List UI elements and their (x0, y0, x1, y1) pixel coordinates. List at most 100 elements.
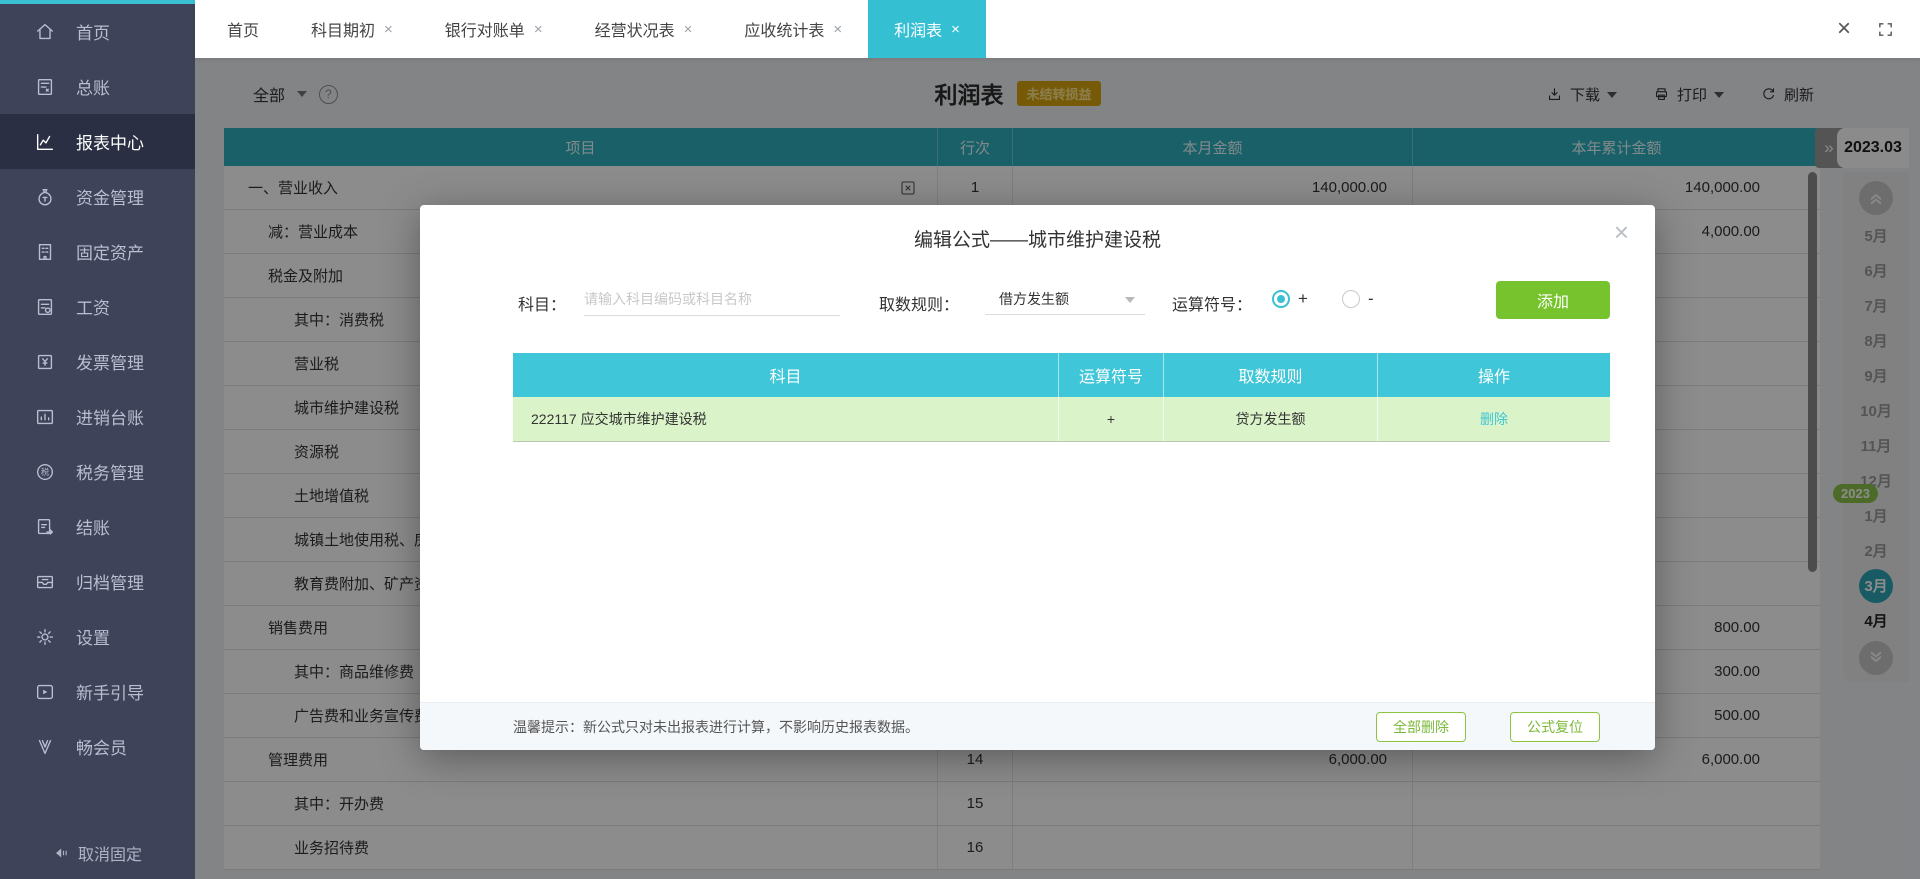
member-v-icon (38, 739, 52, 754)
tab-close-icon[interactable]: × (384, 21, 393, 38)
tab-home[interactable]: 首页 (201, 0, 285, 58)
sidebar-item-label: 报表中心 (76, 134, 144, 153)
salary-sheet-icon (37, 298, 53, 315)
tab-label: 科目期初 (311, 23, 376, 40)
sidebar-item-label: 进销台账 (76, 409, 144, 428)
sidebar-item-fixed-assets[interactable]: 固定资产 (0, 224, 195, 279)
invoice-icon (37, 354, 53, 369)
app-window: 首页 总账 报表中心 资金管理 固定资产 工资 发票管理 进销台账 税 税务管理… (0, 0, 1920, 879)
column-header-rule: 取数规则 (1163, 353, 1377, 397)
sidebar-item-label: 结账 (76, 519, 110, 538)
sidebar-item-label: 首页 (76, 24, 110, 43)
cell-operator: + (1058, 397, 1163, 441)
sidebar-item-inventory-ledger[interactable]: 进销台账 (0, 389, 195, 444)
sidebar-item-salary[interactable]: 工资 (0, 279, 195, 334)
sidebar-item-funds[interactable]: 资金管理 (0, 169, 195, 224)
tab-close-icon[interactable]: × (684, 21, 693, 38)
svg-text:税: 税 (41, 467, 49, 477)
operator-minus-label: - (1367, 289, 1374, 308)
unpin-label: 取消固定 (77, 847, 142, 864)
sidebar-item-closing[interactable]: 结账 (0, 499, 195, 554)
add-button[interactable]: 添加 (1496, 281, 1610, 319)
operator-minus-option[interactable]: - (1341, 289, 1374, 309)
delete-all-button[interactable]: 全部删除 (1376, 711, 1466, 742)
unpin-arrow-icon (55, 848, 67, 858)
sidebar-item-general-ledger[interactable]: 总账 (0, 59, 195, 114)
operator-plus-label: + (1298, 289, 1308, 308)
edit-formula-dialog: 编辑公式——城市维护建设税 × 科目： 取数规则： 借方发生额 运算符号： + (420, 205, 1655, 750)
tab-close-icon[interactable]: × (951, 21, 960, 38)
tab-close-icon[interactable]: × (534, 21, 543, 38)
subject-label: 科目： (518, 297, 567, 314)
tab-operating-status[interactable]: 经营状况表 × (569, 0, 719, 58)
building-icon (38, 243, 52, 260)
operator-radio-group: + - (1272, 289, 1374, 309)
archive-icon (36, 575, 54, 588)
formula-row: 222117 应交城市维护建设税 + 贷方发生额 删除 (513, 397, 1610, 442)
sidebar-item-label: 工资 (76, 299, 110, 318)
sidebar-item-label: 税务管理 (76, 464, 144, 483)
tab-label: 首页 (227, 23, 260, 40)
sidebar-item-label: 设置 (76, 629, 110, 648)
sidebar-item-report-center[interactable]: 报表中心 (0, 114, 195, 169)
dialog-footer: 温馨提示：新公式只对未出报表进行计算，不影响历史报表数据。 全部删除 公式复位 (420, 702, 1655, 750)
tab-bank-statement[interactable]: 银行对账单 × (419, 0, 569, 58)
select-caret-icon (1125, 297, 1135, 308)
tab-label: 经营状况表 (594, 23, 675, 40)
dialog-title: 编辑公式——城市维护建设税 (913, 230, 1161, 251)
formula-table-header: 科目 运算符号 取数规则 操作 (513, 353, 1610, 397)
sidebar-item-tax[interactable]: 税 税务管理 (0, 444, 195, 499)
rule-select[interactable]: 借方发生额 (985, 283, 1145, 315)
column-header-action: 操作 (1377, 353, 1610, 397)
sidebar-item-member[interactable]: 畅会员 (0, 719, 195, 774)
ledger-icon (37, 78, 53, 95)
column-header-operator: 运算符号 (1058, 353, 1163, 397)
fullscreen-icon[interactable] (1877, 21, 1894, 38)
tab-label: 银行对账单 (444, 23, 525, 40)
unpin-sidebar-button[interactable]: 取消固定 (0, 835, 195, 871)
operator-plus-option[interactable]: + (1272, 289, 1308, 309)
closing-icon (37, 518, 54, 535)
sidebar-item-label: 畅会员 (76, 739, 127, 758)
gear-icon (36, 628, 54, 645)
cell-rule: 贷方发生额 (1163, 397, 1377, 441)
rule-label: 取数规则： (879, 297, 960, 314)
formula-items-table: 科目 运算符号 取数规则 操作 222117 应交城市维护建设税 + 贷方发生额… (513, 353, 1610, 442)
sidebar-item-label: 总账 (76, 79, 110, 98)
sidebar-item-invoices[interactable]: 发票管理 (0, 334, 195, 389)
close-window-icon[interactable]: × (1837, 17, 1851, 41)
tab-label: 应收统计表 (744, 23, 825, 40)
sidebar-item-guide[interactable]: 新手引导 (0, 664, 195, 719)
formula-reset-button[interactable]: 公式复位 (1510, 711, 1600, 742)
cell-subject: 222117 应交城市维护建设税 (531, 411, 707, 427)
home-icon (36, 23, 54, 39)
window-controls: × (1837, 0, 1920, 58)
formula-table-body: 222117 应交城市维护建设税 + 贷方发生额 删除 (513, 397, 1610, 442)
delete-link[interactable]: 删除 (1480, 409, 1508, 429)
sidebar-item-archive[interactable]: 归档管理 (0, 554, 195, 609)
tab-bar: 首页 科目期初 × 银行对账单 × 经营状况表 × 应收统计表 × 利润表 × … (195, 0, 1920, 58)
tax-icon: 税 (36, 463, 54, 480)
tab-income-statement[interactable]: 利润表 × (868, 0, 986, 58)
sidebar-item-label: 固定资产 (76, 244, 144, 263)
tab-close-icon[interactable]: × (833, 21, 842, 38)
column-header-subject: 科目 (769, 369, 802, 386)
guide-video-icon (36, 684, 54, 699)
subject-input[interactable] (584, 283, 840, 315)
sidebar-item-label: 新手引导 (76, 684, 144, 703)
operator-label: 运算符号： (1172, 297, 1253, 314)
footer-tip: 温馨提示：新公式只对未出报表进行计算，不影响历史报表数据。 (513, 718, 919, 735)
sidebar-item-settings[interactable]: 设置 (0, 609, 195, 664)
tab-receivables-stats[interactable]: 应收统计表 × (718, 0, 868, 58)
dialog-close-icon[interactable]: × (1614, 219, 1629, 245)
formula-form: 科目： 取数规则： 借方发生额 运算符号： + - 添加 (420, 281, 1655, 323)
sidebar-item-label: 归档管理 (76, 574, 144, 593)
rule-select-value: 借方发生额 (999, 290, 1069, 307)
tab-subject-opening[interactable]: 科目期初 × (285, 0, 419, 58)
radio-unselected-icon (1341, 290, 1360, 308)
sidebar-item-home[interactable]: 首页 (0, 4, 195, 59)
sidebar-item-label: 发票管理 (76, 354, 144, 373)
report-chart-icon (36, 133, 54, 150)
sidebar-item-label: 资金管理 (76, 189, 144, 208)
sidebar: 首页 总账 报表中心 资金管理 固定资产 工资 发票管理 进销台账 税 税务管理… (0, 0, 195, 879)
